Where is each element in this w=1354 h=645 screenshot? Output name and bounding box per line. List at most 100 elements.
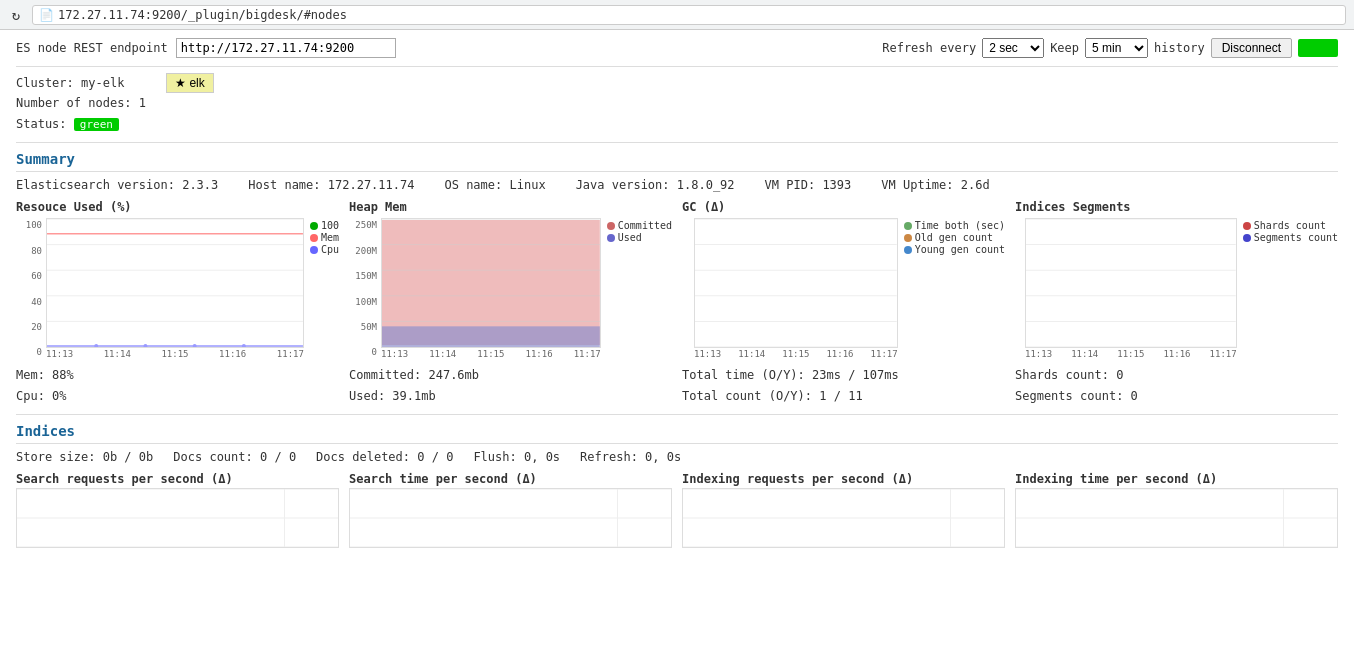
legend-dot-young <box>904 246 912 254</box>
gc-stats: Total time (O/Y): 23ms / 107ms Total cou… <box>682 365 1005 406</box>
resource-chart-title: Resouce Used (%) <box>16 200 339 214</box>
refresh-stat: Refresh: 0, 0s <box>580 450 681 464</box>
summary-title: Summary <box>16 151 1338 172</box>
legend-dot-shards <box>1243 222 1251 230</box>
mem-stat: Mem: 88% <box>16 365 339 385</box>
search-req-chart: Search requests per second (Δ) <box>16 472 339 548</box>
cluster-name-row: Cluster: my-elk <box>16 73 146 93</box>
segments-x-axis: 11:1311:1411:1511:1611:17 <box>1025 349 1237 359</box>
legend-label-time: Time both (sec) <box>915 220 1005 231</box>
page-content: ES node REST endpoint Refresh every 2 se… <box>0 30 1354 556</box>
legend-dot-old <box>904 234 912 242</box>
legend-dot-time <box>904 222 912 230</box>
legend-label-young: Young gen count <box>915 244 1005 255</box>
search-req-title: Search requests per second (Δ) <box>16 472 339 486</box>
star-button[interactable]: ★ elk <box>166 73 214 93</box>
divider-summary-top <box>16 142 1338 143</box>
resource-legend: 100 Mem Cpu <box>306 220 339 359</box>
gc-chart-block: GC (Δ) <box>682 200 1005 406</box>
keep-select[interactable]: 5 min 10 min <box>1085 38 1148 58</box>
used-stat: Used: 39.1mb <box>349 386 672 406</box>
url-text[interactable]: 172.27.11.74:9200/_plugin/bigdesk/#nodes <box>58 8 347 22</box>
legend-label-old: Old gen count <box>915 232 993 243</box>
url-bar[interactable]: 📄 172.27.11.74:9200/_plugin/bigdesk/#nod… <box>32 5 1346 25</box>
legend-item-shards: Shards count <box>1243 220 1338 231</box>
vm-uptime: VM Uptime: 2.6d <box>881 178 989 192</box>
java-version: Java version: 1.8.0_92 <box>576 178 735 192</box>
legend-label-segments: Segments count <box>1254 232 1338 243</box>
top-bar: ES node REST endpoint Refresh every 2 se… <box>16 38 1338 58</box>
resource-stats: Mem: 88% Cpu: 0% <box>16 365 339 406</box>
heap-stats: Committed: 247.6mb Used: 39.1mb <box>349 365 672 406</box>
heap-x-axis: 11:1311:1411:1511:1611:17 <box>381 349 601 359</box>
cluster-name-value: my-elk <box>81 76 124 90</box>
top-bar-right: Refresh every 2 sec 5 sec 10 sec Keep 5 … <box>882 38 1338 58</box>
resource-y1: 100 <box>18 220 42 230</box>
gc-chart-area <box>694 218 898 348</box>
disconnect-button[interactable]: Disconnect <box>1211 38 1292 58</box>
store-size-stat: Store size: 0b / 0b <box>16 450 153 464</box>
bottom-charts-row: Search requests per second (Δ) Search ti… <box>16 472 1338 548</box>
docs-deleted-stat: Docs deleted: 0 / 0 <box>316 450 453 464</box>
cluster-nodes-value: 1 <box>139 96 146 110</box>
page-icon: 📄 <box>39 8 54 22</box>
gc-x-axis: 11:1311:1411:1511:1611:17 <box>694 349 898 359</box>
svg-point-9 <box>242 345 246 348</box>
endpoint-input[interactable] <box>176 38 396 58</box>
heap-y2: 200M <box>351 246 377 256</box>
indexing-time-area <box>1015 488 1338 548</box>
gc-count-stat: Total count (O/Y): 1 / 11 <box>682 386 1005 406</box>
refresh-select[interactable]: 2 sec 5 sec 10 sec <box>982 38 1044 58</box>
indexing-req-chart: Indexing requests per second (Δ) <box>682 472 1005 548</box>
heap-chart-area <box>381 218 601 348</box>
heap-chart-block: Heap Mem 250M 200M 150M 100M 50M 0 <box>349 200 672 406</box>
resource-y5: 20 <box>18 322 42 332</box>
summary-bar: Elasticsearch version: 2.3.3 Host name: … <box>16 178 1338 192</box>
legend-label-used: Used <box>618 232 642 243</box>
segments-chart-title: Indices Segments <box>1015 200 1338 214</box>
shards-stat: Shards count: 0 <box>1015 365 1338 385</box>
resource-y4: 40 <box>18 297 42 307</box>
legend-label-cpu: Cpu <box>321 244 339 255</box>
legend-dot-segments <box>1243 234 1251 242</box>
resource-y2: 80 <box>18 246 42 256</box>
charts-row: Resouce Used (%) 100 80 60 40 20 0 <box>16 200 1338 406</box>
legend-item-used: Used <box>607 232 672 243</box>
history-label: history <box>1154 41 1205 55</box>
flush-stat: Flush: 0, 0s <box>473 450 560 464</box>
status-badge: green <box>74 118 119 131</box>
reload-icon[interactable]: ↻ <box>8 7 24 23</box>
indices-title: Indices <box>16 423 1338 444</box>
keep-label: Keep <box>1050 41 1079 55</box>
search-time-title: Search time per second (Δ) <box>349 472 672 486</box>
cluster-name-label: Cluster: <box>16 76 74 90</box>
legend-dot-mem <box>310 234 318 242</box>
gc-legend: Time both (sec) Old gen count Young gen … <box>900 220 1005 359</box>
heap-y6: 0 <box>351 347 377 357</box>
segments-chart-block: Indices Segments <box>1015 200 1338 406</box>
resource-chart-block: Resouce Used (%) 100 80 60 40 20 0 <box>16 200 339 406</box>
search-req-area <box>16 488 339 548</box>
legend-item-old-gen: Old gen count <box>904 232 1005 243</box>
search-time-chart: Search time per second (Δ) <box>349 472 672 548</box>
indexing-req-title: Indexing requests per second (Δ) <box>682 472 1005 486</box>
heap-legend: Committed Used <box>603 220 672 359</box>
gc-time-stat: Total time (O/Y): 23ms / 107ms <box>682 365 1005 385</box>
resource-x-axis: 11:1311:1411:1511:1611:17 <box>46 349 304 359</box>
cluster-info: Cluster: my-elk Number of nodes: 1 Statu… <box>16 73 1338 134</box>
legend-dot-used <box>607 234 615 242</box>
heap-y4: 100M <box>351 297 377 307</box>
browser-bar: ↻ 📄 172.27.11.74:9200/_plugin/bigdesk/#n… <box>0 0 1354 30</box>
heap-y3: 150M <box>351 271 377 281</box>
legend-item-young-gen: Young gen count <box>904 244 1005 255</box>
legend-item-time-both: Time both (sec) <box>904 220 1005 231</box>
svg-point-7 <box>143 345 147 348</box>
committed-stat: Committed: 247.6mb <box>349 365 672 385</box>
cluster-details: Cluster: my-elk Number of nodes: 1 Statu… <box>16 73 146 134</box>
cluster-nodes-label: Number of nodes: <box>16 96 132 110</box>
indexing-time-title: Indexing time per second (Δ) <box>1015 472 1338 486</box>
segments-stats: Shards count: 0 Segments count: 0 <box>1015 365 1338 406</box>
indexing-req-area <box>682 488 1005 548</box>
legend-item-cpu: Cpu <box>310 244 339 255</box>
resource-chart-area <box>46 218 304 348</box>
